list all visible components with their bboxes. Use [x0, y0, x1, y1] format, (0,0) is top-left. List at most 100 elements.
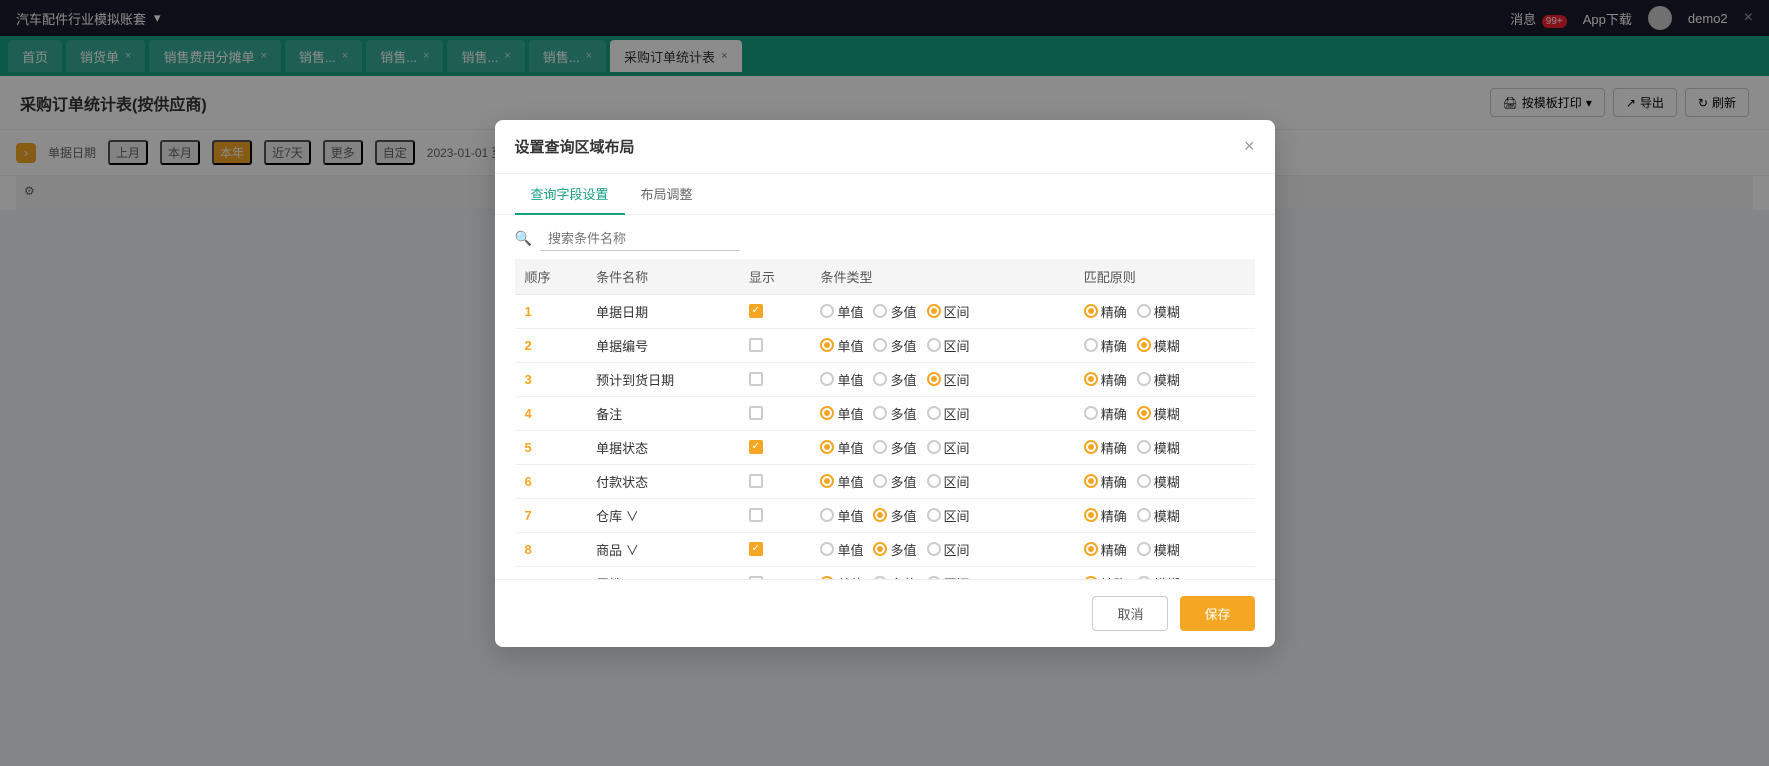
radio-item-type[interactable]: 多值: [873, 438, 916, 457]
display-checkbox[interactable]: [749, 440, 763, 454]
radio-item-type[interactable]: 区间: [927, 404, 970, 423]
radio-item-match[interactable]: 精确: [1084, 404, 1127, 423]
save-btn[interactable]: 保存: [1180, 596, 1254, 631]
order-number: 8: [525, 542, 532, 557]
display-checkbox[interactable]: [749, 372, 763, 386]
cell-display[interactable]: [739, 498, 811, 532]
cell-display[interactable]: [739, 294, 811, 328]
radio-circle: [927, 542, 941, 556]
cell-display[interactable]: [739, 464, 811, 498]
cell-display[interactable]: [739, 566, 811, 579]
radio-item-type[interactable]: 单值: [820, 336, 863, 355]
tab-query-fields[interactable]: 查询字段设置: [515, 174, 625, 215]
radio-label: 模糊: [1154, 404, 1180, 423]
type-radio-group: 单值多值区间: [820, 472, 1063, 491]
radio-label: 精确: [1101, 438, 1127, 457]
radio-item-type[interactable]: 单值: [820, 302, 863, 321]
radio-item-type[interactable]: 多值: [873, 336, 916, 355]
radio-item-match[interactable]: 精确: [1084, 540, 1127, 559]
radio-item-type[interactable]: 单值: [820, 472, 863, 491]
radio-circle: [1137, 406, 1151, 420]
cancel-btn[interactable]: 取消: [1092, 596, 1168, 631]
radio-item-match[interactable]: 模糊: [1137, 404, 1180, 423]
radio-item-match[interactable]: 精确: [1084, 438, 1127, 457]
cell-match: 精确模糊: [1074, 430, 1255, 464]
radio-item-type[interactable]: 区间: [927, 336, 970, 355]
radio-item-type[interactable]: 多值: [873, 370, 916, 389]
settings-table-container: 顺序 条件名称 显示 条件类型 匹配原则 1单据日期单值多值区间精确模糊2单据编…: [495, 259, 1275, 579]
match-radio-group: 精确 模糊: [1084, 404, 1245, 423]
radio-label: 单值: [837, 404, 863, 423]
table-row: 4备注单值多值区间精确模糊: [515, 396, 1255, 430]
radio-item-type[interactable]: 单值: [820, 404, 863, 423]
cell-order: 3: [515, 362, 587, 396]
order-number: 4: [525, 406, 532, 421]
radio-item-match[interactable]: 精确: [1084, 302, 1127, 321]
radio-circle: [927, 372, 941, 386]
radio-circle: [1137, 304, 1151, 318]
tab-layout-adjust[interactable]: 布局调整: [625, 174, 709, 215]
cell-type: 单值多值区间: [810, 328, 1073, 362]
radio-item-match[interactable]: 模糊: [1137, 370, 1180, 389]
radio-item-type[interactable]: 区间: [927, 506, 970, 525]
radio-item-type[interactable]: 区间: [927, 472, 970, 491]
radio-item-type[interactable]: 多值: [873, 404, 916, 423]
cell-display[interactable]: [739, 362, 811, 396]
radio-item-match[interactable]: 精确: [1084, 472, 1127, 491]
cell-display[interactable]: [739, 396, 811, 430]
dialog-close-btn[interactable]: ×: [1244, 137, 1255, 155]
display-checkbox[interactable]: [749, 474, 763, 488]
radio-item-match[interactable]: 精确: [1084, 336, 1127, 355]
radio-item-type[interactable]: 区间: [927, 302, 970, 321]
radio-item-match[interactable]: 模糊: [1137, 472, 1180, 491]
radio-item-type[interactable]: 区间: [927, 370, 970, 389]
radio-label: 多值: [890, 438, 916, 457]
type-radio-group: 单值多值区间: [820, 540, 1063, 559]
radio-label: 精确: [1101, 370, 1127, 389]
display-checkbox[interactable]: [749, 406, 763, 420]
radio-item-type[interactable]: 单值: [820, 506, 863, 525]
radio-item-type[interactable]: 区间: [927, 540, 970, 559]
cell-display[interactable]: [739, 328, 811, 362]
radio-label: 多值: [890, 404, 916, 423]
search-input[interactable]: [540, 227, 740, 251]
radio-circle: [820, 372, 834, 386]
radio-item-match[interactable]: 精确: [1084, 506, 1127, 525]
cell-order: 8: [515, 532, 587, 566]
order-number: 5: [525, 440, 532, 455]
display-checkbox[interactable]: [749, 542, 763, 556]
radio-item-type[interactable]: 多值: [873, 506, 916, 525]
radio-circle: [927, 508, 941, 522]
radio-item-type[interactable]: 区间: [927, 438, 970, 457]
radio-circle: [820, 474, 834, 488]
cell-match: 精确 模糊: [1074, 396, 1255, 430]
display-checkbox[interactable]: [749, 508, 763, 522]
search-box: 🔍: [495, 215, 1275, 259]
radio-item-type[interactable]: 单值: [820, 370, 863, 389]
radio-item-type[interactable]: 单值: [820, 540, 863, 559]
radio-circle: [1137, 440, 1151, 454]
order-number: 3: [525, 372, 532, 387]
cell-display[interactable]: [739, 430, 811, 464]
radio-item-type[interactable]: 多值: [873, 472, 916, 491]
radio-item-match[interactable]: 模糊: [1137, 302, 1180, 321]
cell-order: 2: [515, 328, 587, 362]
tab-layout-adjust-label: 布局调整: [641, 187, 693, 202]
radio-label: 单值: [837, 438, 863, 457]
radio-item-match[interactable]: 模糊: [1137, 438, 1180, 457]
cell-order: 9: [515, 566, 587, 579]
radio-circle: [1137, 338, 1151, 352]
display-checkbox[interactable]: [749, 304, 763, 318]
cell-type: 单值多值区间: [810, 498, 1073, 532]
radio-item-match[interactable]: 精确: [1084, 370, 1127, 389]
radio-item-match[interactable]: 模糊: [1137, 506, 1180, 525]
radio-item-type[interactable]: 多值: [873, 540, 916, 559]
th-display: 显示: [739, 259, 811, 295]
radio-circle: [1084, 372, 1098, 386]
radio-item-type[interactable]: 单值: [820, 438, 863, 457]
radio-item-match[interactable]: 模糊: [1137, 540, 1180, 559]
cell-display[interactable]: [739, 532, 811, 566]
radio-item-match[interactable]: 模糊: [1137, 336, 1180, 355]
display-checkbox[interactable]: [749, 338, 763, 352]
radio-item-type[interactable]: 多值: [873, 302, 916, 321]
